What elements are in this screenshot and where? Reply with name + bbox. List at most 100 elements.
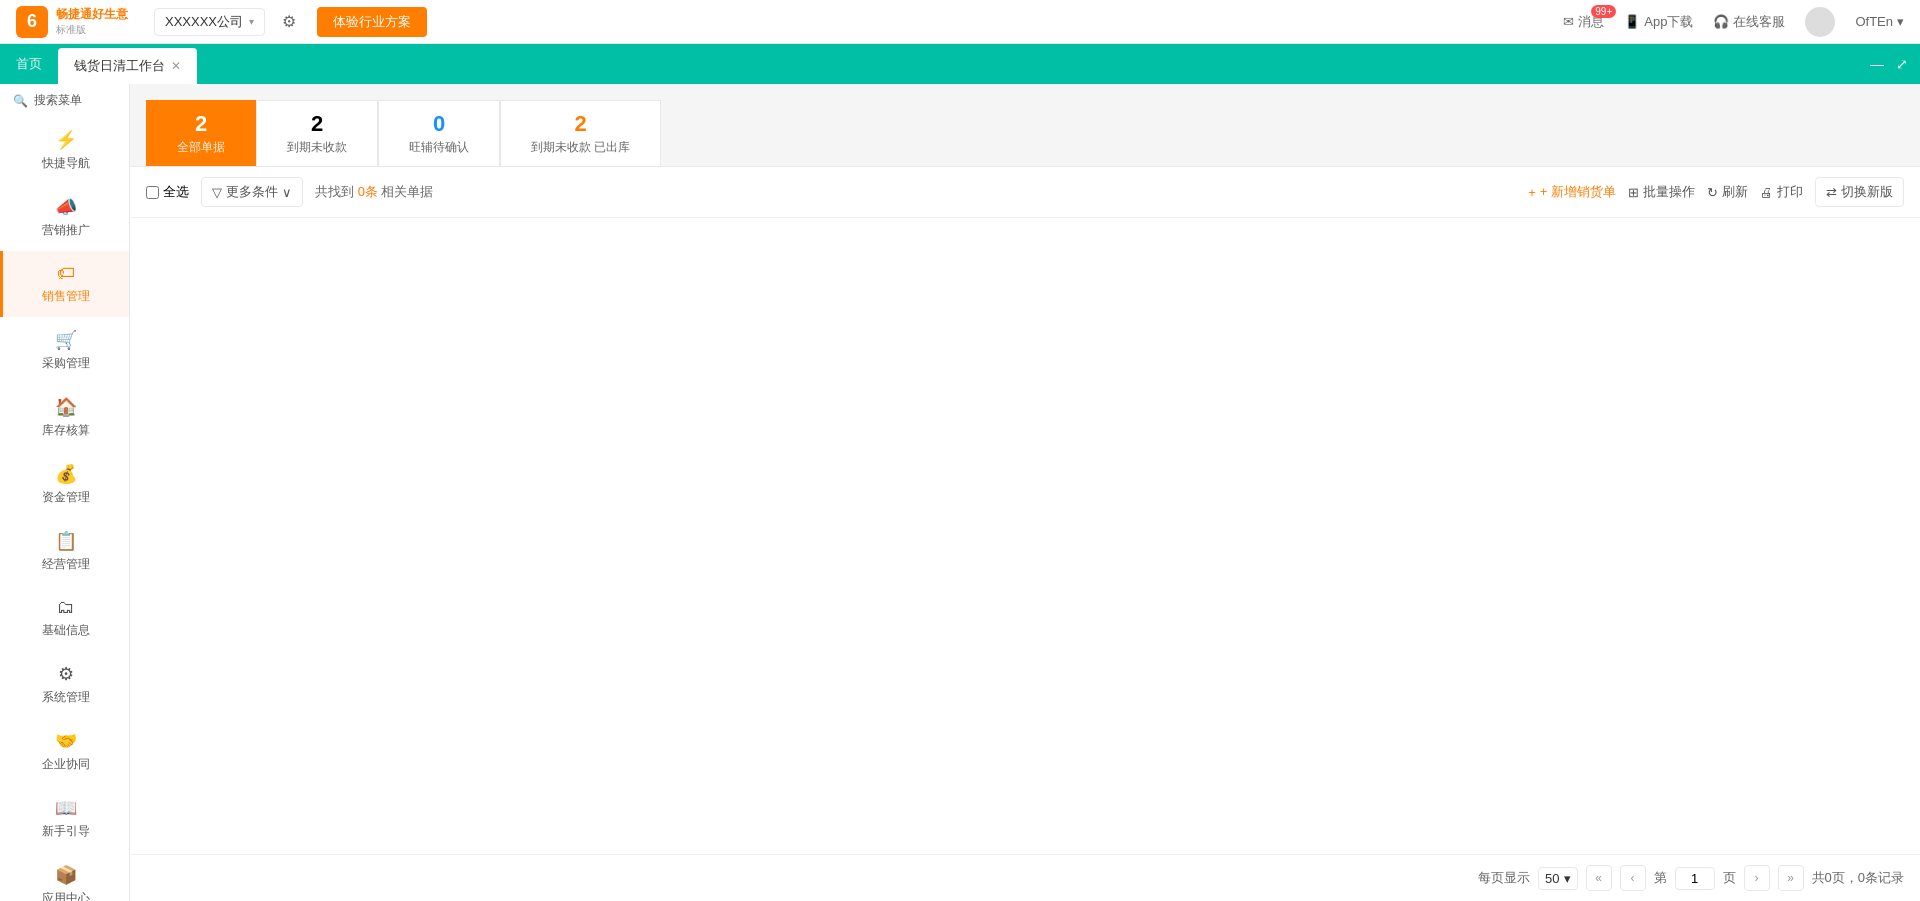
company-dropdown-icon: ▾ bbox=[249, 16, 254, 27]
filter-button[interactable]: ▽ 更多条件 ∨ bbox=[201, 177, 303, 207]
per-page-select[interactable]: 50 ▾ bbox=[1538, 867, 1577, 890]
per-page-arrow-icon: ▾ bbox=[1564, 871, 1571, 886]
switch-icon: ⇄ bbox=[1826, 185, 1837, 200]
logo-icon: 6 bbox=[16, 6, 48, 38]
user-dropdown-icon: ▾ bbox=[1897, 14, 1904, 29]
stat-tab-shipped[interactable]: 2 到期未收款 已出库 bbox=[500, 100, 661, 166]
refresh-label: 刷新 bbox=[1722, 183, 1748, 201]
toolbar: 全选 ▽ 更多条件 ∨ 共找到 0条 相关单据 + + 新增销货单 bbox=[130, 167, 1920, 218]
company-name: XXXXXX公司 bbox=[165, 13, 243, 31]
next-page-button[interactable]: › bbox=[1744, 865, 1770, 891]
stat-label-all: 全部单据 bbox=[177, 139, 225, 156]
prev-page-button[interactable]: ‹ bbox=[1620, 865, 1646, 891]
first-page-button[interactable]: « bbox=[1586, 865, 1612, 891]
header-right: ✉ 消息 99+ 📱 App下载 🎧 在线客服 OfTEn ▾ bbox=[1563, 7, 1904, 37]
purchase-icon: 🛒 bbox=[55, 329, 77, 351]
select-all-input[interactable] bbox=[146, 186, 159, 199]
filter-label: 更多条件 bbox=[226, 183, 278, 201]
sidebar-item-inventory[interactable]: 🏠 库存核算 bbox=[0, 384, 129, 451]
add-sale-button[interactable]: + + 新增销货单 bbox=[1528, 183, 1616, 201]
stat-count-all: 2 bbox=[195, 111, 207, 137]
enterprise-icon: 🤝 bbox=[55, 730, 77, 752]
finance-icon: 💰 bbox=[55, 463, 77, 485]
first-page-icon: « bbox=[1595, 871, 1602, 885]
print-button[interactable]: 🖨 打印 bbox=[1760, 183, 1803, 201]
page-prefix: 第 bbox=[1654, 869, 1667, 887]
filter-icon: ▽ bbox=[212, 185, 222, 200]
main-layout: 🔍 搜索菜单 ⚡ 快捷导航 📣 营销推广 🏷 销售管理 🛒 采购管理 🏠 库存核… bbox=[0, 84, 1920, 901]
sidebar-item-search[interactable]: 🔍 搜索菜单 bbox=[0, 84, 129, 117]
batch-icon: ⊞ bbox=[1628, 185, 1639, 200]
logo-area: 6 畅捷通好生意 标准版 bbox=[16, 6, 146, 38]
message-button[interactable]: ✉ 消息 99+ bbox=[1563, 13, 1604, 31]
tab-workspace[interactable]: 钱货日清工作台 ✕ bbox=[58, 48, 197, 84]
logo-sub-text: 标准版 bbox=[56, 23, 128, 36]
sidebar-enterprise-label: 企业协同 bbox=[42, 756, 90, 773]
next-page-icon: › bbox=[1755, 871, 1759, 885]
sidebar-search-label: 搜索菜单 bbox=[34, 92, 82, 109]
marketing-icon: 📣 bbox=[55, 196, 77, 218]
toolbar-right: + + 新增销货单 ⊞ 批量操作 ↻ 刷新 🖨 打印 bbox=[1528, 177, 1904, 207]
sidebar-item-app-center[interactable]: 📦 应用中心 bbox=[0, 852, 129, 901]
stat-tab-overdue[interactable]: 2 到期未收款 bbox=[256, 100, 378, 166]
select-all-label: 全选 bbox=[163, 183, 189, 201]
trial-button[interactable]: 体验行业方案 bbox=[317, 7, 427, 37]
stat-count-overdue: 2 bbox=[311, 111, 323, 137]
filter-chevron-icon: ∨ bbox=[282, 185, 292, 200]
message-icon: ✉ bbox=[1563, 14, 1574, 29]
sidebar-item-system[interactable]: ⚙ 系统管理 bbox=[0, 651, 129, 718]
page-content: 2 全部单据 2 到期未收款 0 旺辅待确认 2 到期未收款 已出库 bbox=[130, 84, 1920, 901]
user-name[interactable]: OfTEn ▾ bbox=[1855, 14, 1904, 29]
user-name-text: OfTEn bbox=[1855, 14, 1893, 29]
stat-label-overdue: 到期未收款 bbox=[287, 139, 347, 156]
avatar[interactable] bbox=[1805, 7, 1835, 37]
per-page-value: 50 bbox=[1545, 871, 1559, 886]
sidebar-item-quicknav[interactable]: ⚡ 快捷导航 bbox=[0, 117, 129, 184]
refresh-button[interactable]: ↻ 刷新 bbox=[1707, 183, 1748, 201]
page-number-input[interactable] bbox=[1675, 867, 1715, 890]
table-area bbox=[130, 218, 1920, 854]
sidebar-item-purchase[interactable]: 🛒 采购管理 bbox=[0, 317, 129, 384]
switch-label: 切换新版 bbox=[1841, 183, 1893, 201]
app-label: App下载 bbox=[1644, 13, 1693, 31]
stat-tab-all[interactable]: 2 全部单据 bbox=[146, 100, 256, 166]
switch-version-button[interactable]: ⇄ 切换新版 bbox=[1815, 177, 1904, 207]
found-prefix: 共找到 bbox=[315, 184, 354, 199]
tab-expand-icon[interactable]: ⤢ bbox=[1892, 52, 1912, 76]
tab-home[interactable]: 首页 bbox=[0, 44, 58, 84]
batch-operation-button[interactable]: ⊞ 批量操作 bbox=[1628, 183, 1695, 201]
sidebar-item-enterprise[interactable]: 🤝 企业协同 bbox=[0, 718, 129, 785]
service-icon: 🎧 bbox=[1713, 14, 1729, 29]
tab-bar-actions: — ⤢ bbox=[1866, 52, 1920, 76]
company-selector[interactable]: XXXXXX公司 ▾ bbox=[154, 8, 265, 36]
found-count: 0条 bbox=[358, 184, 378, 199]
search-icon: 🔍 bbox=[13, 94, 28, 108]
guide-icon: 📖 bbox=[55, 797, 77, 819]
stat-tab-pending[interactable]: 0 旺辅待确认 bbox=[378, 100, 500, 166]
sidebar-item-marketing[interactable]: 📣 营销推广 bbox=[0, 184, 129, 251]
operations-icon: 📋 bbox=[55, 530, 77, 552]
sidebar-item-sales[interactable]: 🏷 销售管理 bbox=[0, 251, 129, 317]
sidebar-finance-label: 资金管理 bbox=[42, 489, 90, 506]
sidebar-appcenter-label: 应用中心 bbox=[42, 890, 90, 901]
stat-count-shipped: 2 bbox=[575, 111, 587, 137]
tab-minimize-icon[interactable]: — bbox=[1866, 52, 1888, 76]
sidebar-item-operations[interactable]: 📋 经营管理 bbox=[0, 518, 129, 585]
tab-workspace-label: 钱货日清工作台 bbox=[74, 57, 165, 75]
sidebar-purchase-label: 采购管理 bbox=[42, 355, 90, 372]
last-page-button[interactable]: » bbox=[1778, 865, 1804, 891]
sidebar-item-finance[interactable]: 💰 资金管理 bbox=[0, 451, 129, 518]
sidebar-guide-label: 新手引导 bbox=[42, 823, 90, 840]
select-all-checkbox[interactable]: 全选 bbox=[146, 183, 189, 201]
refresh-icon: ↻ bbox=[1707, 185, 1718, 200]
sidebar-quicknav-label: 快捷导航 bbox=[42, 155, 90, 172]
sidebar-item-guide[interactable]: 📖 新手引导 bbox=[0, 785, 129, 852]
online-service-button[interactable]: 🎧 在线客服 bbox=[1713, 13, 1785, 31]
sidebar-item-basic-info[interactable]: 🗂 基础信息 bbox=[0, 585, 129, 651]
sidebar-operations-label: 经营管理 bbox=[42, 556, 90, 573]
last-page-icon: » bbox=[1787, 871, 1794, 885]
app-download-button[interactable]: 📱 App下载 bbox=[1624, 13, 1693, 31]
settings-button[interactable]: ⚙ bbox=[273, 6, 305, 38]
tab-close-icon[interactable]: ✕ bbox=[171, 59, 181, 73]
tab-home-label: 首页 bbox=[16, 55, 42, 73]
